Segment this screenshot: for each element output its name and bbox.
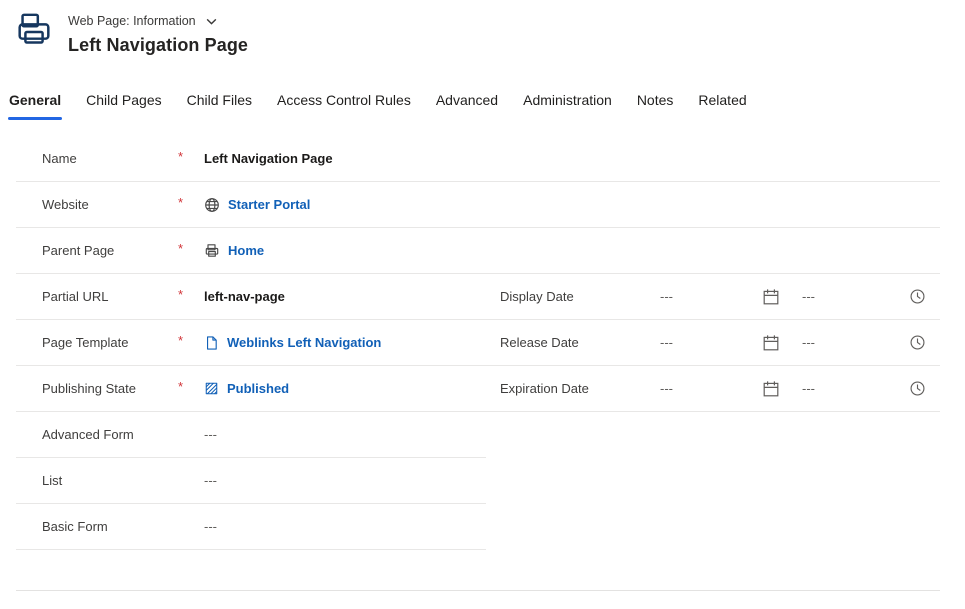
form-columns: Partial URL * left-nav-page Page Templat…: [16, 274, 940, 550]
tab-child-files[interactable]: Child Files: [186, 92, 253, 120]
page-template-lookup-text: Weblinks Left Navigation: [227, 335, 382, 350]
document-icon: [204, 335, 219, 351]
tab-notes[interactable]: Notes: [636, 92, 675, 120]
tab-advanced[interactable]: Advanced: [435, 92, 499, 120]
list-value[interactable]: ---: [204, 473, 217, 488]
form-column-left: Partial URL * left-nav-page Page Templat…: [16, 274, 486, 550]
name-value[interactable]: Left Navigation Page: [204, 151, 333, 166]
website-label: Website: [42, 197, 89, 212]
field-row-expiration-date: Expiration Date --- ---: [486, 366, 940, 412]
clock-icon[interactable]: [909, 334, 926, 351]
webpage-entity-icon: [10, 10, 58, 54]
basic-form-value[interactable]: ---: [204, 519, 217, 534]
expiration-date-label: Expiration Date: [500, 381, 589, 396]
form-tabs: General Child Pages Child Files Access C…: [8, 92, 965, 120]
calendar-icon[interactable]: [762, 380, 780, 398]
globe-icon: [204, 197, 220, 213]
general-form-section: Name * Left Navigation Page Website * St…: [16, 136, 940, 591]
record-type-label: Web Page: Information: [68, 14, 196, 28]
partial-url-label: Partial URL: [42, 289, 109, 304]
state-icon: [204, 381, 219, 396]
website-lookup-link[interactable]: Starter Portal: [204, 197, 310, 213]
field-row-basic-form: Basic Form ---: [16, 504, 486, 550]
page-template-lookup-link[interactable]: Weblinks Left Navigation: [204, 335, 381, 351]
name-label: Name: [42, 151, 77, 166]
release-date-value[interactable]: ---: [660, 335, 762, 350]
field-row-parent-page: Parent Page * Home: [16, 228, 940, 274]
calendar-icon[interactable]: [762, 288, 780, 306]
release-date-label: Release Date: [500, 335, 579, 350]
required-asterisk: *: [178, 241, 184, 256]
required-asterisk: *: [178, 287, 184, 302]
form-column-right: Display Date --- --- Release Date --- --…: [486, 274, 940, 550]
record-header: Web Page: Information Left Navigation Pa…: [0, 0, 965, 55]
expiration-time-value[interactable]: ---: [802, 381, 872, 396]
parent-page-label: Parent Page: [42, 243, 115, 258]
tab-related[interactable]: Related: [697, 92, 747, 120]
field-row-advanced-form: Advanced Form ---: [16, 412, 486, 458]
field-row-publishing-state: Publishing State * Published: [16, 366, 486, 412]
clock-icon[interactable]: [909, 380, 926, 397]
tab-access-control-rules[interactable]: Access Control Rules: [276, 92, 412, 120]
publishing-state-lookup-text: Published: [227, 381, 290, 396]
record-type-selector[interactable]: Web Page: Information: [68, 12, 248, 30]
advanced-form-value[interactable]: ---: [204, 427, 217, 442]
release-time-value[interactable]: ---: [802, 335, 872, 350]
parent-page-lookup-text: Home: [228, 243, 265, 258]
clock-icon[interactable]: [909, 288, 926, 305]
tab-administration[interactable]: Administration: [522, 92, 613, 120]
field-row-website: Website * Starter Portal: [16, 182, 940, 228]
partial-url-value[interactable]: left-nav-page: [204, 289, 285, 304]
tab-general[interactable]: General: [8, 92, 63, 120]
display-time-value[interactable]: ---: [802, 289, 872, 304]
required-asterisk: *: [178, 149, 184, 164]
chevron-down-icon: [205, 15, 218, 28]
field-row-display-date: Display Date --- ---: [486, 274, 940, 320]
parent-page-lookup-link[interactable]: Home: [204, 243, 264, 259]
webpage-icon: [204, 243, 220, 259]
field-row-name: Name * Left Navigation Page: [16, 136, 940, 182]
basic-form-label: Basic Form: [42, 519, 108, 534]
header-text: Web Page: Information Left Navigation Pa…: [68, 10, 248, 56]
field-row-page-template: Page Template * Weblinks Left Navigation: [16, 320, 486, 366]
field-row-release-date: Release Date --- ---: [486, 320, 940, 366]
website-lookup-text: Starter Portal: [228, 197, 311, 212]
expiration-date-value[interactable]: ---: [660, 381, 762, 396]
page-template-label: Page Template: [42, 335, 129, 350]
display-date-value[interactable]: ---: [660, 289, 762, 304]
field-row-list: List ---: [16, 458, 486, 504]
calendar-icon[interactable]: [762, 334, 780, 352]
list-label: List: [42, 473, 63, 488]
advanced-form-label: Advanced Form: [42, 427, 134, 442]
display-date-label: Display Date: [500, 289, 574, 304]
required-asterisk: *: [178, 379, 184, 394]
tab-child-pages[interactable]: Child Pages: [85, 92, 163, 120]
publishing-state-label: Publishing State: [42, 381, 136, 396]
field-row-partial-url: Partial URL * left-nav-page: [16, 274, 486, 320]
publishing-state-lookup-link[interactable]: Published: [204, 381, 289, 396]
required-asterisk: *: [178, 195, 184, 210]
required-asterisk: *: [178, 333, 184, 348]
page-title: Left Navigation Page: [68, 35, 249, 55]
